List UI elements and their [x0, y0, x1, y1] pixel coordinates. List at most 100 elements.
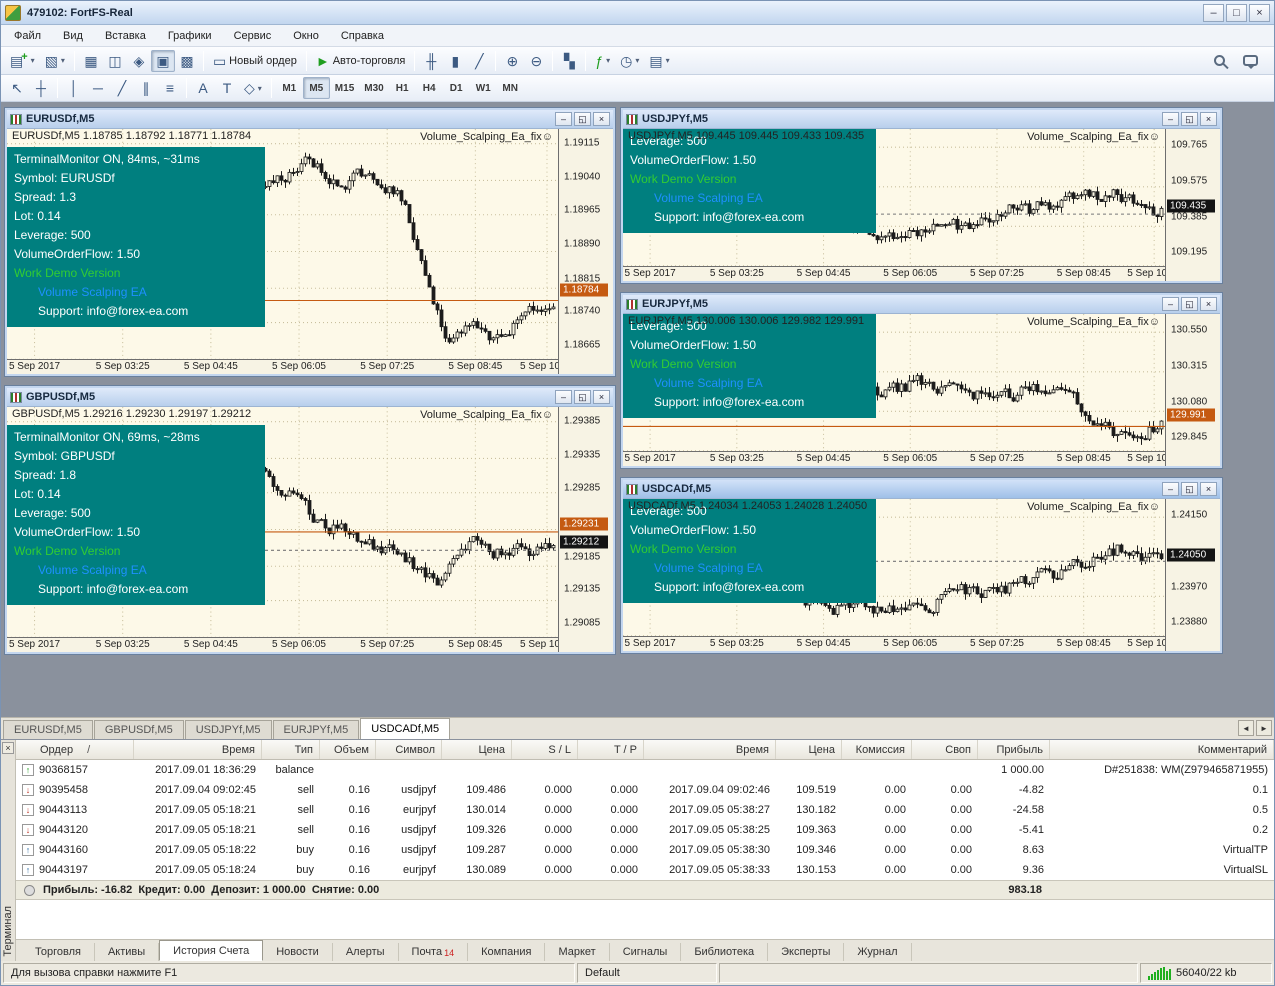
- chart-minimize-button[interactable]: –: [1162, 297, 1179, 311]
- terminal-tab-trade[interactable]: Торговля: [22, 943, 95, 961]
- window-tab-usdjpyf[interactable]: USDJPYf,M5: [184, 720, 272, 739]
- trendline-button[interactable]: ╱: [110, 77, 134, 99]
- chart-plot-area[interactable]: USDCADf,M5 1.24034 1.24053 1.24028 1.240…: [623, 499, 1181, 651]
- terminal-tab-account-history[interactable]: История Счета: [159, 940, 264, 961]
- chart-titlebar[interactable]: GBPUSDf,M5 – ◱ ×: [7, 388, 613, 407]
- scroll-right-button[interactable]: ►: [1256, 720, 1272, 736]
- vertical-line-button[interactable]: │: [62, 77, 86, 99]
- shapes-button[interactable]: ◇ ▾: [239, 77, 267, 99]
- chart-plot-area[interactable]: EURJPYf,M5 130.006 130.006 129.982 129.9…: [623, 314, 1181, 466]
- label-button[interactable]: T: [215, 77, 239, 99]
- terminal-tab-mail[interactable]: Почта 14: [399, 943, 469, 961]
- community-chat-icon[interactable]: [1243, 55, 1258, 69]
- chart-close-button[interactable]: ×: [1200, 112, 1217, 126]
- new-chart-button[interactable]: ▤ + ▾: [5, 50, 40, 72]
- chart-restore-button[interactable]: ◱: [1181, 112, 1198, 126]
- column-header-3[interactable]: Тип: [262, 740, 320, 759]
- fibonacci-button[interactable]: ≡: [158, 77, 182, 99]
- chart-titlebar[interactable]: EURJPYf,M5 – ◱ ×: [623, 295, 1220, 314]
- autotrading-button[interactable]: ► Авто-торговля: [311, 50, 411, 72]
- chart-minimize-button[interactable]: –: [555, 390, 572, 404]
- horizontal-line-button[interactable]: ─: [86, 77, 110, 99]
- column-header-11[interactable]: Комиссия: [842, 740, 912, 759]
- column-header-6[interactable]: Цена: [442, 740, 512, 759]
- window-tab-eurjpyf[interactable]: EURJPYf,M5: [272, 720, 360, 739]
- menu-charts[interactable]: Графики: [157, 27, 223, 45]
- history-row[interactable]: ↓ 90443113 2017.09.05 05:18:21 sell 0.16 eurj…: [16, 800, 1274, 820]
- price-axis[interactable]: 1.24150 1.23970 1.23880 1.24050: [1165, 499, 1220, 651]
- templates-button[interactable]: ▤ ▾: [644, 50, 674, 72]
- data-window-button[interactable]: ◫: [103, 50, 127, 72]
- window-tab-usdcadf[interactable]: USDCADf,M5: [360, 718, 451, 739]
- search-icon[interactable]: [1214, 55, 1225, 66]
- minimize-button[interactable]: –: [1203, 3, 1224, 22]
- history-row[interactable]: ↑ 90443160 2017.09.05 05:18:22 buy 0.16 usdjp…: [16, 840, 1274, 860]
- price-axis[interactable]: 1.293851.293351.292851.292351.291851.291…: [558, 407, 613, 652]
- chart-titlebar[interactable]: EURUSDf,M5 – ◱ ×: [7, 110, 613, 129]
- terminal-tab-assets[interactable]: Активы: [95, 943, 160, 961]
- timeframe-d1-button[interactable]: D1: [443, 77, 470, 99]
- column-header-7[interactable]: S / L: [512, 740, 578, 759]
- bar-chart-button[interactable]: ╫: [419, 50, 443, 72]
- history-row[interactable]: ↓ 90443120 2017.09.05 05:18:21 sell 0.16 usdj…: [16, 820, 1274, 840]
- menu-file[interactable]: Файл: [3, 27, 52, 45]
- time-axis[interactable]: 5 Sep 2017 5 Sep 03:25 5 Sep 04:45 5 Sep 06…: [623, 266, 1181, 281]
- menu-service[interactable]: Сервис: [223, 27, 283, 45]
- terminal-tab-library[interactable]: Библиотека: [681, 943, 769, 961]
- terminal-tab-signals[interactable]: Сигналы: [610, 943, 682, 961]
- timeframe-h4-button[interactable]: H4: [416, 77, 443, 99]
- terminal-tab-experts[interactable]: Эксперты: [768, 943, 845, 961]
- candlestick-chart-button[interactable]: ▮: [443, 50, 467, 72]
- terminal-button[interactable]: ▣: [150, 49, 175, 72]
- price-axis[interactable]: 130.550 130.315 130.080 129.845 129.991: [1165, 314, 1220, 466]
- terminal-close-button[interactable]: ×: [2, 742, 14, 754]
- cursor-button[interactable]: ↖: [5, 77, 29, 99]
- window-tab-eurusdf[interactable]: EURUSDf,M5: [3, 720, 93, 739]
- history-row[interactable]: ↑ 90368157 2017.09.01 18:36:29 balance 1 000…: [16, 760, 1274, 780]
- timeframe-m15-button[interactable]: M15: [330, 77, 359, 99]
- terminal-tab-market[interactable]: Маркет: [545, 943, 610, 961]
- market-watch-button[interactable]: ▦: [79, 50, 103, 72]
- chart-minimize-button[interactable]: –: [555, 112, 572, 126]
- terminal-tab-journal[interactable]: Журнал: [844, 943, 912, 961]
- strategy-tester-button[interactable]: ▩: [175, 50, 199, 72]
- window-tab-gbpusdf[interactable]: GBPUSDf,M5: [93, 720, 184, 739]
- column-header-4[interactable]: Объем: [320, 740, 376, 759]
- chart-restore-button[interactable]: ◱: [574, 390, 591, 404]
- chart-close-button[interactable]: ×: [1200, 297, 1217, 311]
- chart-plot-area[interactable]: USDJPYf,M5 109.445 109.445 109.433 109.4…: [623, 129, 1181, 281]
- text-button[interactable]: А: [191, 77, 215, 99]
- column-header-9[interactable]: Время: [644, 740, 776, 759]
- statusbar-profile[interactable]: Default: [577, 963, 717, 983]
- price-axis[interactable]: 1.19115 1.19040 1.18965 1.18890 1.18815 1.187…: [558, 129, 613, 374]
- channel-button[interactable]: ∥: [134, 77, 158, 99]
- history-row[interactable]: ↑ 90443197 2017.09.05 05:18:24 buy 0.16 eurjp…: [16, 860, 1274, 880]
- menu-view[interactable]: Вид: [52, 27, 94, 45]
- column-header-5[interactable]: Символ: [376, 740, 442, 759]
- time-axis[interactable]: 5 Sep 2017 5 Sep 03:25 5 Sep 04:45 5 Sep 06…: [7, 359, 574, 374]
- line-chart-button[interactable]: ╱: [467, 50, 491, 72]
- timeframe-m30-button[interactable]: M30: [359, 77, 388, 99]
- indicators-button[interactable]: ƒ ▾: [590, 50, 615, 72]
- column-header-1[interactable]: Ордер /: [16, 740, 134, 759]
- chart-minimize-button[interactable]: –: [1162, 482, 1179, 496]
- timeframe-mn-button[interactable]: MN: [497, 77, 524, 99]
- zoom-in-button[interactable]: ⊕: [500, 50, 524, 72]
- chart-close-button[interactable]: ×: [593, 112, 610, 126]
- column-header-14[interactable]: Комментарий: [1050, 740, 1274, 759]
- navigator-button[interactable]: ◈: [127, 50, 151, 72]
- chart-restore-button[interactable]: ◱: [1181, 482, 1198, 496]
- timeframe-m1-button[interactable]: M1: [276, 77, 303, 99]
- crosshair-button[interactable]: ┼: [29, 77, 53, 99]
- time-axis[interactable]: 5 Sep 2017 5 Sep 03:25 5 Sep 04:45 5 Sep 06…: [7, 637, 574, 652]
- chart-close-button[interactable]: ×: [1200, 482, 1217, 496]
- new-order-button[interactable]: ▭ Новый ордер: [208, 50, 302, 72]
- time-axis[interactable]: 5 Sep 2017 5 Sep 03:25 5 Sep 04:45 5 Sep 06…: [623, 636, 1181, 651]
- profiles-button[interactable]: ▧ ▾: [40, 50, 70, 72]
- timeframe-w1-button[interactable]: W1: [470, 77, 497, 99]
- price-axis[interactable]: 109.765 109.575 109.385 109.195 109.435: [1165, 129, 1220, 281]
- terminal-tab-company[interactable]: Компания: [468, 943, 546, 961]
- timeframe-m5-button[interactable]: M5: [302, 77, 330, 99]
- column-header-8[interactable]: T / P: [578, 740, 644, 759]
- chart-restore-button[interactable]: ◱: [574, 112, 591, 126]
